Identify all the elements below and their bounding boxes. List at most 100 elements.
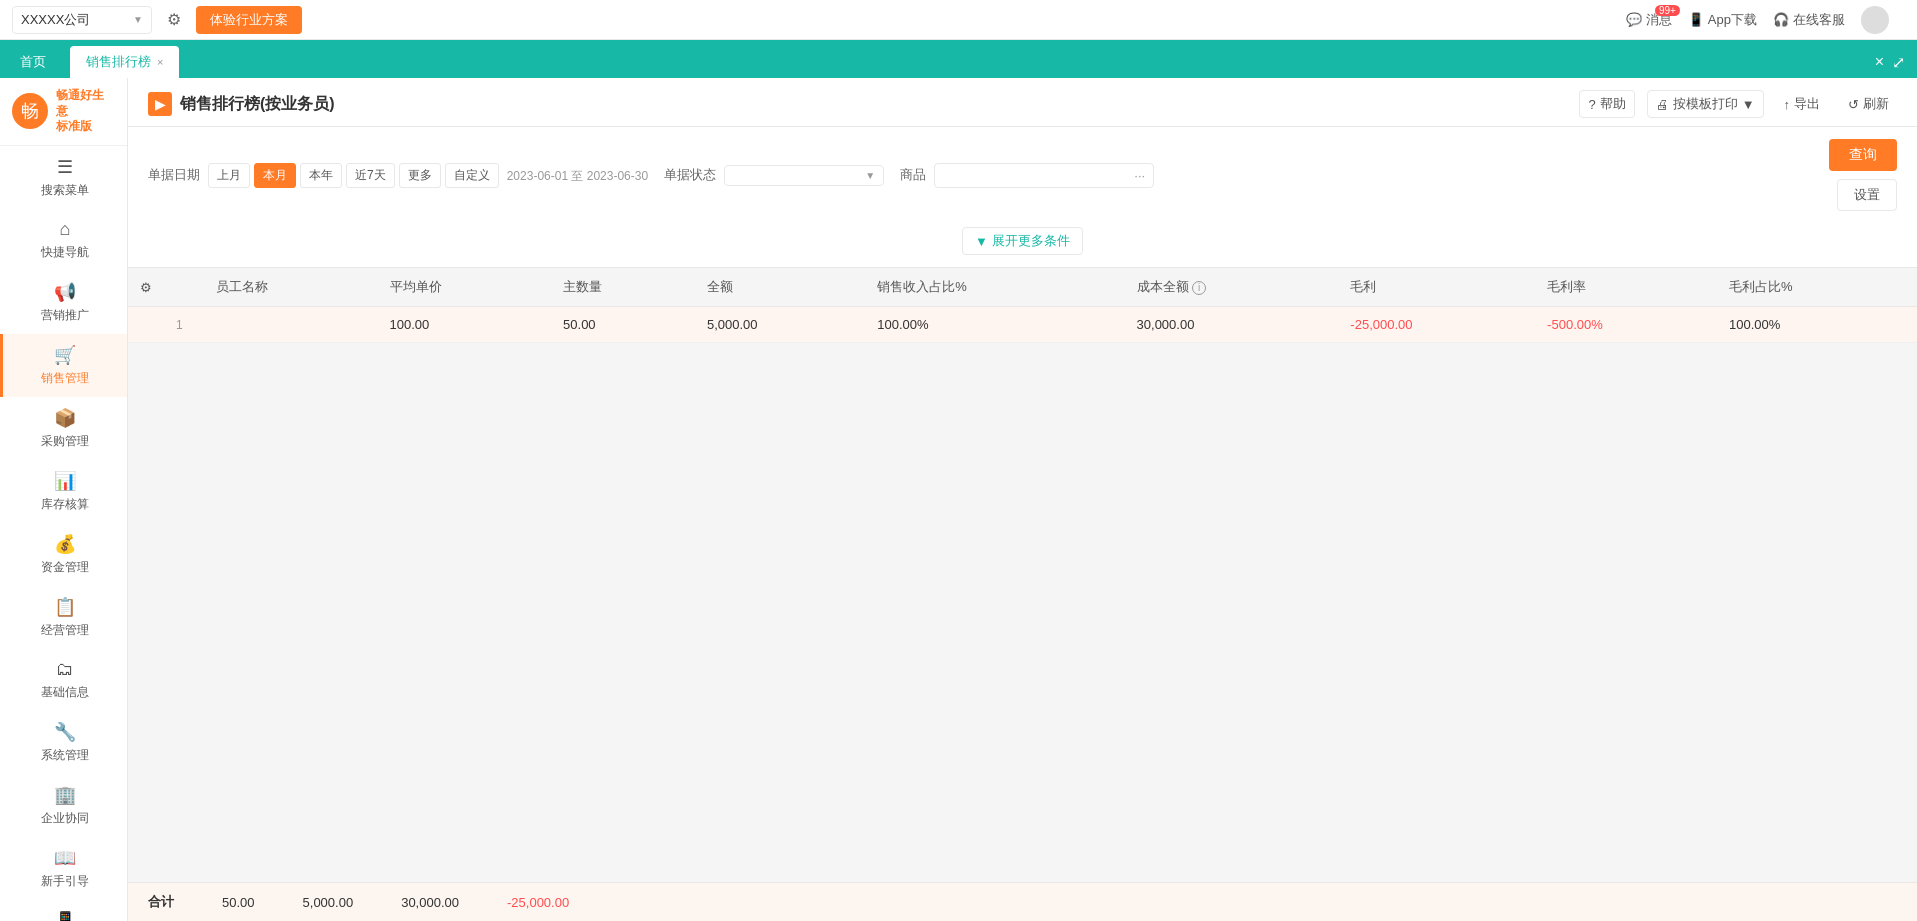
message-button[interactable]: 💬 消息 99+ (1626, 11, 1672, 29)
sidebar-item-guide[interactable]: 📖 新手引导 (0, 837, 127, 900)
page-toggle-icon[interactable]: ▶ (148, 92, 172, 116)
purchase-icon: 📦 (54, 407, 76, 429)
refresh-button[interactable]: ↺ 刷新 (1840, 91, 1897, 117)
query-button[interactable]: 查询 (1829, 139, 1897, 171)
sidebar-item-operations[interactable]: 📋 经营管理 (0, 586, 127, 649)
app-download-label: App下载 (1708, 11, 1757, 29)
status-filter: 单据状态 ▼ (664, 165, 884, 186)
filter-area: 单据日期 上月 本月 本年 近7天 更多 自定义 2023-06-01 至 20… (128, 127, 1917, 268)
date-filter-label: 单据日期 (148, 166, 200, 184)
sidebar: 畅 畅通好生意标准版 ☰ 搜索菜单 ⌂ 快捷导航 📢 营销推广 🛒 销售管理 📦… (0, 78, 128, 921)
tab-maximize-icon[interactable]: ⤢ (1892, 53, 1905, 72)
sidebar-item-label: 搜索菜单 (41, 182, 89, 199)
tab-close-icon[interactable]: × (157, 56, 163, 68)
settings-button[interactable]: 设置 (1837, 179, 1897, 211)
sidebar-item-label: 销售管理 (41, 370, 89, 387)
finance-icon: 💰 (54, 533, 76, 555)
table-header-row: ⚙ 员工名称 平均单价 主数量 全额 销售收入占比% 成本全额 i 毛利 (128, 268, 1917, 307)
date-btn-this-month[interactable]: 本月 (254, 163, 296, 188)
avatar[interactable] (1861, 6, 1889, 34)
cell-avg-price: 100.00 (378, 307, 552, 343)
sidebar-item-label: 资金管理 (41, 559, 89, 576)
page-header: ▶ 销售排行榜(按业务员) ? 帮助 🖨 按模板打印 ▼ ↑ 导出 (128, 78, 1917, 127)
tab-home-label: 首页 (20, 53, 46, 71)
sidebar-item-finance[interactable]: 💰 资金管理 (0, 523, 127, 586)
goods-filter: 商品 ··· (900, 163, 1154, 188)
cell-rank: 1 (164, 307, 204, 343)
top-bar: XXXXX公司 ▼ ⚙ 体验行业方案 💬 消息 99+ 📱 App下载 🎧 在线… (0, 0, 1917, 40)
expand-conditions-button[interactable]: ▼ 展开更多条件 (962, 227, 1083, 255)
page-title: 销售排行榜(按业务员) (180, 94, 335, 115)
sidebar-item-label: 库存核算 (41, 496, 89, 513)
date-btn-last-month[interactable]: 上月 (208, 163, 250, 188)
sidebar-item-sales[interactable]: 🛒 销售管理 (0, 334, 127, 397)
export-icon: ↑ (1784, 97, 1791, 112)
top-right-area: 💬 消息 99+ 📱 App下载 🎧 在线客服 (1626, 6, 1905, 34)
search-menu-icon: ☰ (57, 156, 73, 178)
date-btn-7days[interactable]: 近7天 (346, 163, 395, 188)
export-button[interactable]: ↑ 导出 (1776, 91, 1829, 117)
logo-icon: 畅 (12, 93, 48, 129)
date-btn-custom[interactable]: 自定义 (445, 163, 499, 188)
expand-btn-label: 展开更多条件 (992, 232, 1070, 250)
tab-sales-ranking[interactable]: 销售排行榜 × (70, 46, 179, 78)
date-options: 上月 本月 本年 近7天 更多 自定义 (208, 163, 499, 188)
footer-cost: 30,000.00 (401, 895, 459, 910)
sidebar-item-marketing[interactable]: 📢 营销推广 (0, 271, 127, 334)
main-area: 畅 畅通好生意标准版 ☰ 搜索菜单 ⌂ 快捷导航 📢 营销推广 🛒 销售管理 📦… (0, 78, 1917, 921)
guide-icon: 📖 (54, 847, 76, 869)
status-select[interactable]: ▼ (724, 165, 884, 186)
refresh-icon: ↺ (1848, 97, 1859, 112)
print-icon: 🖨 (1656, 97, 1669, 112)
app-download-icon: 📱 (1688, 12, 1704, 27)
tab-home[interactable]: 首页 (4, 46, 62, 78)
sidebar-item-search[interactable]: ☰ 搜索菜单 (0, 146, 127, 209)
system-icon: 🔧 (54, 721, 76, 743)
company-selector[interactable]: XXXXX公司 ▼ (12, 6, 152, 34)
nav-tabs: 首页 销售排行榜 × × ⤢ (0, 40, 1917, 78)
marketing-icon: 📢 (54, 281, 76, 303)
sidebar-item-inventory[interactable]: 📊 库存核算 (0, 460, 127, 523)
cell-employee (204, 307, 378, 343)
sidebar-item-app-center[interactable]: 📱 应用中心 (0, 900, 127, 921)
template-print-button[interactable]: 🖨 按模板打印 ▼ (1647, 90, 1764, 118)
print-chevron-icon: ▼ (1742, 97, 1755, 112)
cost-info-icon[interactable]: i (1192, 281, 1206, 295)
sidebar-item-label: 采购管理 (41, 433, 89, 450)
cell-cost: 30,000.00 (1125, 307, 1339, 343)
expand-icon: ▼ (975, 234, 988, 249)
column-settings-icon: ⚙ (140, 280, 152, 295)
sidebar-item-basic-info[interactable]: 🗂 基础信息 (0, 649, 127, 711)
app-download-button[interactable]: 📱 App下载 (1688, 11, 1757, 29)
goods-filter-label: 商品 (900, 166, 926, 184)
tab-minimize-icon[interactable]: × (1875, 53, 1884, 71)
footer-quantity: 50.00 (222, 895, 255, 910)
footer-amount: 5,000.00 (303, 895, 354, 910)
cell-sales-ratio: 100.00% (865, 307, 1124, 343)
headset-icon: 🎧 (1773, 12, 1789, 27)
sidebar-item-purchase[interactable]: 📦 采购管理 (0, 397, 127, 460)
col-avg-price: 平均单价 (378, 268, 552, 307)
goods-input[interactable]: ··· (934, 163, 1154, 188)
company-settings-icon[interactable]: ⚙ (160, 6, 188, 34)
export-label: 导出 (1794, 95, 1820, 113)
footer-gross-profit: -25,000.00 (507, 895, 569, 910)
help-button[interactable]: ? 帮助 (1579, 90, 1634, 118)
sidebar-item-quick-nav[interactable]: ⌂ 快捷导航 (0, 209, 127, 271)
company-name: XXXXX公司 (21, 11, 90, 29)
col-settings[interactable]: ⚙ (128, 268, 164, 307)
message-badge: 99+ (1655, 5, 1680, 16)
cell-quantity: 50.00 (551, 307, 695, 343)
date-btn-this-year[interactable]: 本年 (300, 163, 342, 188)
date-btn-more[interactable]: 更多 (399, 163, 441, 188)
sidebar-item-enterprise[interactable]: 🏢 企业协同 (0, 774, 127, 837)
online-service-button[interactable]: 🎧 在线客服 (1773, 11, 1845, 29)
refresh-label: 刷新 (1863, 95, 1889, 113)
cell-amount: 5,000.00 (695, 307, 865, 343)
trial-button[interactable]: 体验行业方案 (196, 6, 302, 34)
col-cost: 成本全额 i (1125, 268, 1339, 307)
col-employee: 员工名称 (204, 268, 378, 307)
inventory-icon: 📊 (54, 470, 76, 492)
operations-icon: 📋 (54, 596, 76, 618)
sidebar-item-system[interactable]: 🔧 系统管理 (0, 711, 127, 774)
